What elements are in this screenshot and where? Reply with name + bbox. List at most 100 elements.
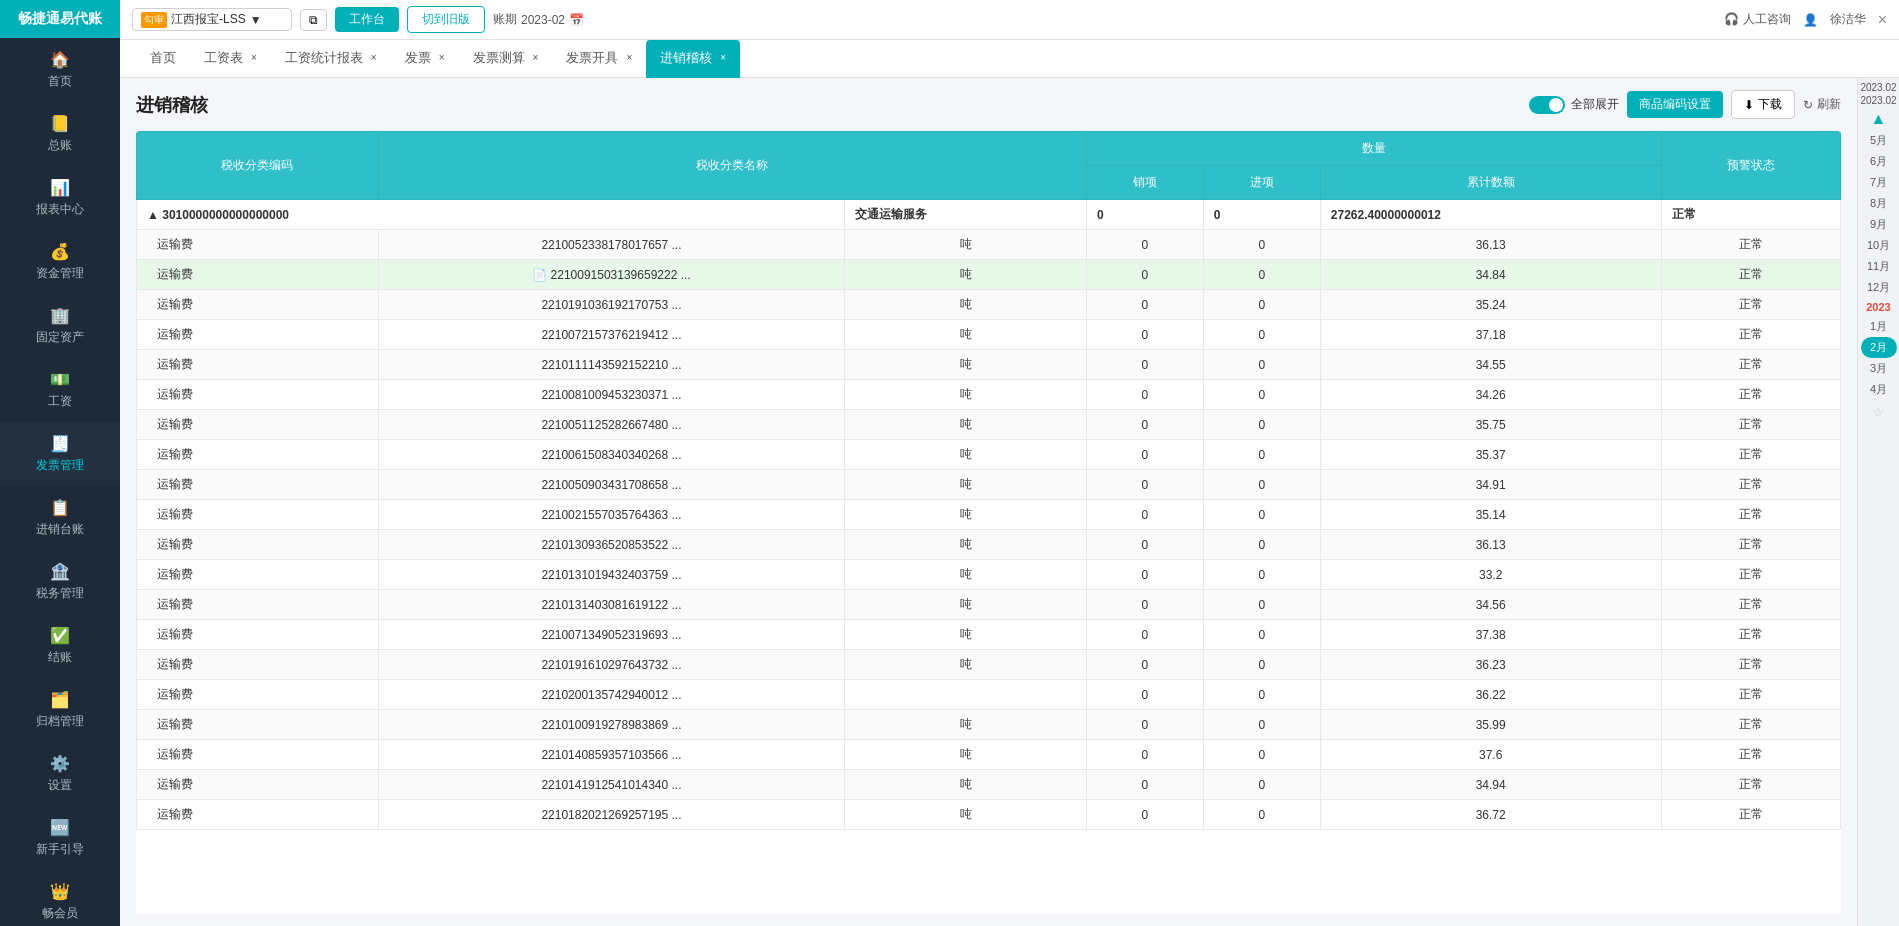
download-button[interactable]: ⬇ 下载 bbox=[1731, 90, 1795, 119]
tab-发票[interactable]: 发票× bbox=[391, 40, 459, 78]
sidebar-item-payroll[interactable]: 💵工资 bbox=[0, 358, 120, 422]
cell-cumulative: 35.75 bbox=[1320, 410, 1661, 440]
table-row: 运输费 2210021557035764363 ... 吨 0 0 35.14 … bbox=[137, 500, 1841, 530]
cell-purchase: 0 bbox=[1203, 200, 1320, 230]
cell-cumulative: 35.37 bbox=[1320, 440, 1661, 470]
calendar-icon[interactable]: 📅 bbox=[569, 13, 584, 27]
table-row: ▲ 3010000000000000000 交通运输服务 0 0 27262.4… bbox=[137, 200, 1841, 230]
tab-close-2[interactable]: × bbox=[371, 52, 377, 63]
cell-status: 正常 bbox=[1661, 770, 1840, 800]
month-3月[interactable]: 3月 bbox=[1861, 358, 1897, 379]
cell-sales: 0 bbox=[1086, 560, 1203, 590]
tab-close-6[interactable]: × bbox=[720, 52, 726, 63]
tab-发票测算[interactable]: 发票测算 × bbox=[459, 40, 553, 78]
month-6月[interactable]: 6月 bbox=[1861, 151, 1897, 172]
expand-toggle[interactable]: 全部展开 bbox=[1529, 96, 1619, 114]
page-content: 进销稽核 全部展开 商品编码设置 ⬇ 下载 ↻ 刷 bbox=[120, 78, 1857, 926]
cell-cumulative: 34.55 bbox=[1320, 350, 1661, 380]
month-7月[interactable]: 7月 bbox=[1861, 172, 1897, 193]
cell-purchase: 0 bbox=[1203, 380, 1320, 410]
cell-status: 正常 bbox=[1661, 470, 1840, 500]
cell-purchase: 0 bbox=[1203, 440, 1320, 470]
cell-code: 运输费 bbox=[137, 650, 379, 680]
prev-year-arrow[interactable]: ▲ bbox=[1869, 108, 1889, 130]
sidebar-item-home[interactable]: 🏠首页 bbox=[0, 38, 120, 102]
sidebar-item-settings[interactable]: ⚙️设置 bbox=[0, 742, 120, 806]
cell-code: 运输费 bbox=[137, 410, 379, 440]
tab-close-3[interactable]: × bbox=[439, 52, 445, 63]
year-prev-label: 2023.02 bbox=[1860, 82, 1896, 93]
tab-发票开具[interactable]: 发票开具× bbox=[552, 40, 646, 78]
cell-unit: 吨 bbox=[845, 770, 1087, 800]
table-row: 运输费 2210072157376219412 ... 吨 0 0 37.18 … bbox=[137, 320, 1841, 350]
month-12月[interactable]: 12月 bbox=[1861, 277, 1897, 298]
tab-label-4: 发票测算 bbox=[473, 49, 525, 67]
company-selector[interactable]: 勾审 江西报宝-LSS ▼ bbox=[132, 8, 292, 31]
table-row: 运输费 2210140859357103566 ... 吨 0 0 37.6 正… bbox=[137, 740, 1841, 770]
right-panel: 2023.02 2023.02 ▲ 5月6月7月8月9月10月11月12月 20… bbox=[1857, 78, 1899, 926]
toggle-track[interactable] bbox=[1529, 96, 1565, 114]
sidebar-item-fund[interactable]: 💰资金管理 bbox=[0, 230, 120, 294]
cell-invoice: 📄 2210091503139659222 ... bbox=[378, 260, 844, 290]
cell-cumulative: 35.99 bbox=[1320, 710, 1661, 740]
sidebar-item-tax[interactable]: 🏦税务管理 bbox=[0, 550, 120, 614]
tab-label-0: 首页 bbox=[150, 49, 176, 67]
cell-purchase: 0 bbox=[1203, 650, 1320, 680]
month-4月[interactable]: 4月 bbox=[1861, 379, 1897, 400]
refresh-button[interactable]: ↻ 刷新 bbox=[1803, 96, 1841, 113]
sidebar-item-guide[interactable]: 🆕新手引导 bbox=[0, 806, 120, 870]
sales-icon: 📋 bbox=[50, 498, 70, 517]
switch-version-button[interactable]: 切到旧版 bbox=[407, 6, 485, 33]
sidebar-item-invoice[interactable]: 🧾发票管理 bbox=[0, 422, 120, 486]
tab-进销稽核[interactable]: 进销稽核× bbox=[646, 40, 740, 78]
month-5月[interactable]: 5月 bbox=[1861, 130, 1897, 151]
cell-unit: 吨 bbox=[845, 500, 1087, 530]
sidebar-item-sales[interactable]: 📋进销台账 bbox=[0, 486, 120, 550]
month-8月[interactable]: 8月 bbox=[1861, 193, 1897, 214]
copy-button[interactable]: ⧉ bbox=[300, 9, 327, 31]
cell-code: 运输费 bbox=[137, 440, 379, 470]
sidebar-item-report[interactable]: 📊报表中心 bbox=[0, 166, 120, 230]
month-2月[interactable]: 2月 bbox=[1861, 337, 1897, 358]
sidebar-item-archive[interactable]: 🗂️归档管理 bbox=[0, 678, 120, 742]
close-button[interactable]: × bbox=[1878, 11, 1887, 29]
sidebar: 畅捷通易代账 🏠首页📒总账📊报表中心💰资金管理🏢固定资产💵工资🧾发票管理📋进销台… bbox=[0, 0, 120, 926]
sidebar-item-ledger[interactable]: 📒总账 bbox=[0, 102, 120, 166]
sidebar-item-asset[interactable]: 🏢固定资产 bbox=[0, 294, 120, 358]
month-10月[interactable]: 10月 bbox=[1861, 235, 1897, 256]
cell-purchase: 0 bbox=[1203, 260, 1320, 290]
cell-invoice: 2210140859357103566 ... bbox=[378, 740, 844, 770]
cell-unit: 吨 bbox=[845, 620, 1087, 650]
tab-首页[interactable]: 首页 bbox=[136, 40, 190, 78]
cell-sales: 0 bbox=[1086, 770, 1203, 800]
tab-close-4[interactable]: × bbox=[533, 52, 539, 63]
month-1月[interactable]: 1月 bbox=[1861, 316, 1897, 337]
support-label[interactable]: 🎧 人工咨询 bbox=[1724, 11, 1790, 28]
sidebar-item-settle[interactable]: ✅结账 bbox=[0, 614, 120, 678]
page-header: 进销稽核 全部展开 商品编码设置 ⬇ 下载 ↻ 刷 bbox=[136, 90, 1841, 119]
month-11月[interactable]: 11月 bbox=[1861, 256, 1897, 277]
tab-close-1[interactable]: × bbox=[251, 52, 257, 63]
tab-close-5[interactable]: × bbox=[626, 52, 632, 63]
tab-工资表[interactable]: 工资表× bbox=[190, 40, 271, 78]
month-9月[interactable]: 9月 bbox=[1861, 214, 1897, 235]
period-label: 账期 2023-02 📅 bbox=[493, 11, 584, 28]
sidebar-label-ledger: 总账 bbox=[48, 137, 72, 154]
cell-code: 运输费 bbox=[137, 380, 379, 410]
asset-icon: 🏢 bbox=[50, 306, 70, 325]
cell-invoice: 2210191036192170753 ... bbox=[378, 290, 844, 320]
cell-status: 正常 bbox=[1661, 200, 1840, 230]
cell-invoice: 2210081009453230371 ... bbox=[378, 380, 844, 410]
cell-code: 运输费 bbox=[137, 710, 379, 740]
settings-button[interactable]: 商品编码设置 bbox=[1627, 91, 1723, 118]
worktable-button[interactable]: 工作台 bbox=[335, 7, 399, 32]
cell-unit: 吨 bbox=[845, 290, 1087, 320]
sidebar-item-member[interactable]: 👑畅会员 bbox=[0, 870, 120, 926]
tab-工资统计报表[interactable]: 工资统计报表× bbox=[271, 40, 391, 78]
cell-invoice: 2210191610297643732 ... bbox=[378, 650, 844, 680]
table-row: 运输费 2210131019432403759 ... 吨 0 0 33.2 正… bbox=[137, 560, 1841, 590]
cell-code: 运输费 bbox=[137, 320, 379, 350]
cell-invoice: 2210100919278983869 ... bbox=[378, 710, 844, 740]
cell-sales: 0 bbox=[1086, 410, 1203, 440]
sidebar-label-invoice: 发票管理 bbox=[36, 457, 84, 474]
